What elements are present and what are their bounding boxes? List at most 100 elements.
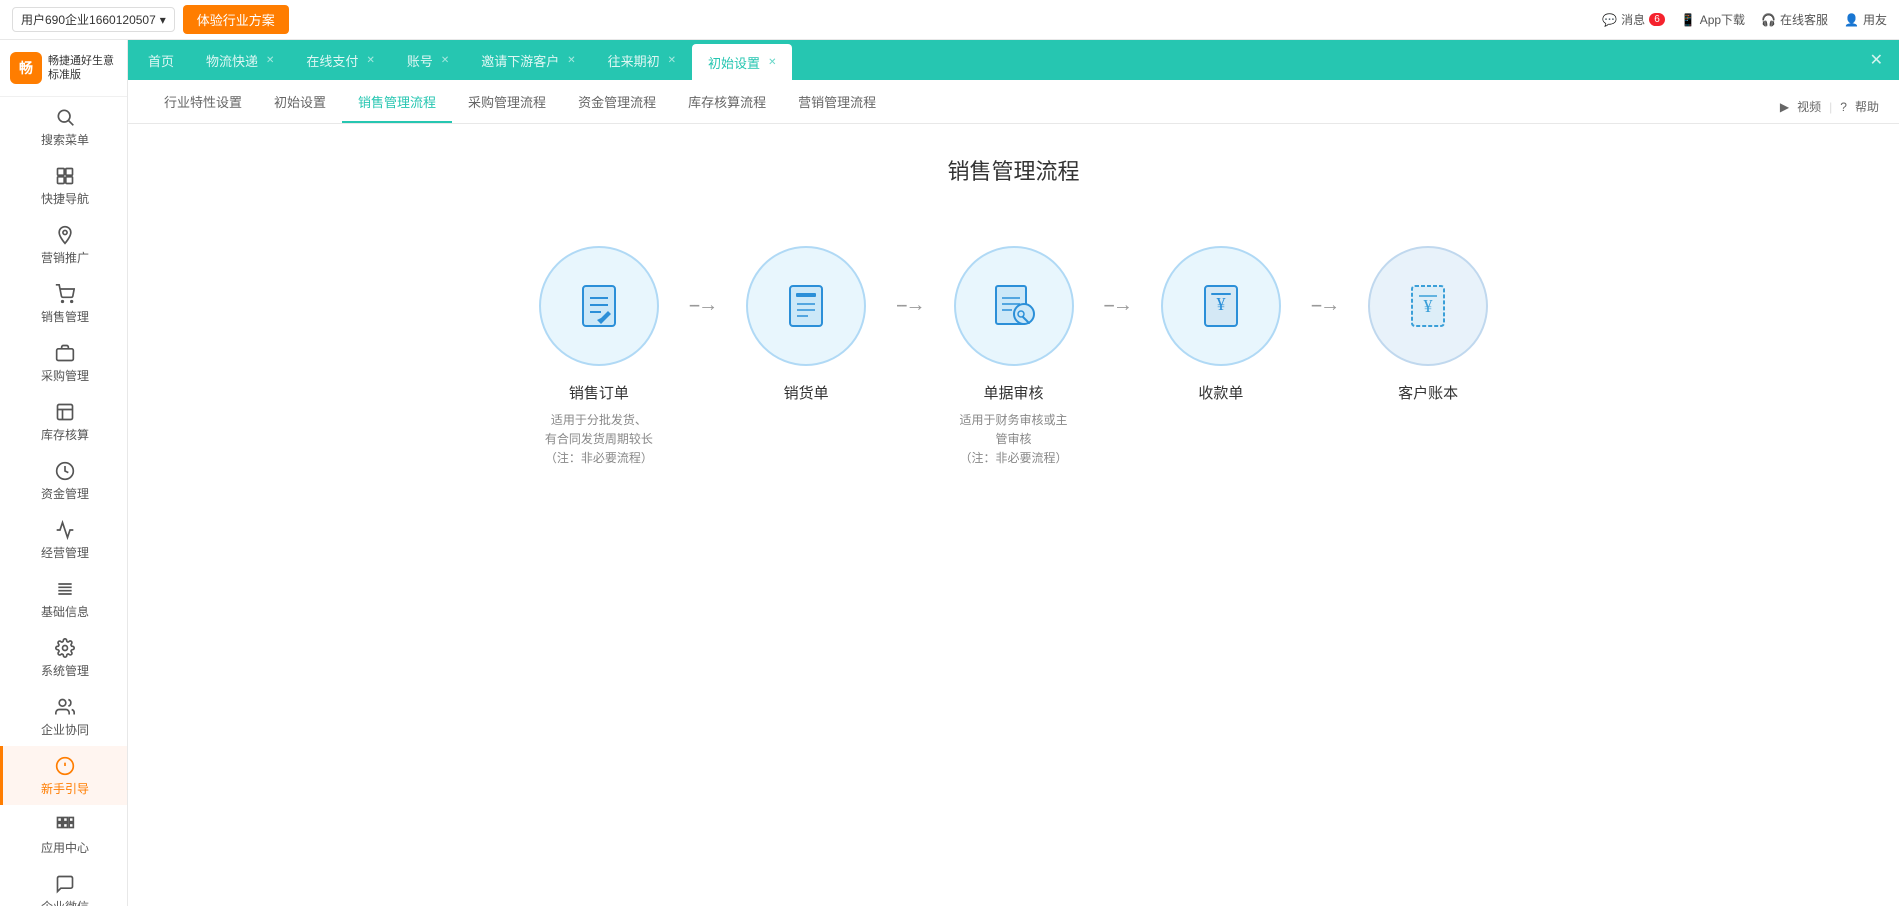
- tab-payment[interactable]: 在线支付 ✕: [290, 40, 390, 80]
- flow-circle-receipt[interactable]: ¥: [1161, 246, 1281, 366]
- video-button[interactable]: 视频: [1797, 98, 1821, 115]
- sidebar-label-finance: 资金管理: [41, 485, 89, 502]
- sub-tab-industry[interactable]: 行业特性设置: [148, 82, 258, 123]
- basic-icon: [55, 579, 75, 599]
- logo-line1: 畅捷通好生意: [48, 54, 114, 68]
- flow-circle-customer-ledger[interactable]: ¥: [1368, 246, 1488, 366]
- sidebar-item-purchase[interactable]: 采购管理: [0, 333, 127, 392]
- flow-circle-delivery[interactable]: [746, 246, 866, 366]
- user-selector[interactable]: 用户690企业1660120507 ▾: [12, 7, 175, 32]
- app-download-button[interactable]: 📱 App下载: [1681, 11, 1745, 28]
- flow-arrow-4: --→: [1311, 246, 1338, 317]
- sidebar-item-operations[interactable]: 经营管理: [0, 510, 127, 569]
- top-bar-right: 💬 消息 6 📱 App下载 🎧 在线客服 👤 用友: [1602, 11, 1887, 28]
- customer-ledger-icon: ¥: [1402, 280, 1454, 332]
- sidebar-item-marketing[interactable]: 营销推广: [0, 215, 127, 274]
- download-icon: 📱: [1681, 13, 1696, 27]
- main-layout: 畅 畅捷通好生意 标准版 搜索菜单 快捷导航: [0, 40, 1899, 906]
- sidebar-label-sales: 销售管理: [41, 308, 89, 325]
- sidebar-item-finance[interactable]: 资金管理: [0, 451, 127, 510]
- flow-arrow-2: --→: [896, 246, 923, 317]
- nav-close-all[interactable]: ✕: [1858, 50, 1895, 70]
- arrow-dots-2: --→: [896, 294, 923, 317]
- flow-label-delivery: 销货单: [784, 382, 829, 403]
- tab-home[interactable]: 首页: [132, 40, 190, 80]
- sub-tab-sales-flow[interactable]: 销售管理流程: [342, 82, 452, 123]
- sub-tab-purchase-flow[interactable]: 采购管理流程: [452, 82, 562, 123]
- sidebar-item-guide[interactable]: 新手引导: [0, 746, 127, 805]
- sub-tab-industry-label: 行业特性设置: [164, 95, 242, 110]
- flow-circle-approval[interactable]: [954, 246, 1074, 366]
- marketing-icon: [55, 225, 75, 245]
- flow-circle-sales-order[interactable]: [539, 246, 659, 366]
- sidebar-item-inventory[interactable]: 库存核算: [0, 392, 127, 451]
- tab-period-label: 往来期初: [608, 51, 660, 70]
- sidebar-item-system[interactable]: 系统管理: [0, 628, 127, 687]
- sidebar-top: 畅 畅捷通好生意 标准版 搜索菜单 快捷导航: [0, 40, 127, 906]
- dropdown-arrow-icon: ▾: [160, 13, 166, 27]
- svg-text:¥: ¥: [1216, 294, 1225, 314]
- message-button[interactable]: 💬 消息 6: [1602, 11, 1665, 28]
- tab-account-close[interactable]: ✕: [441, 55, 449, 66]
- flow-desc-sales-order: 适用于分批发货、有合同发货周期较长（注：非必要流程）: [545, 411, 653, 469]
- sub-tab-inventory-flow[interactable]: 库存核算流程: [672, 82, 782, 123]
- tab-initial-setup-close[interactable]: ✕: [768, 57, 776, 68]
- sidebar-item-wechat[interactable]: 企业微信: [0, 864, 127, 906]
- sub-tab-marketing-flow-label: 营销管理流程: [798, 95, 876, 110]
- sidebar-item-basic[interactable]: 基础信息: [0, 569, 127, 628]
- sidebar-item-quick-nav[interactable]: 快捷导航: [0, 156, 127, 215]
- sub-tab-marketing-flow[interactable]: 营销管理流程: [782, 82, 892, 123]
- tab-period[interactable]: 往来期初 ✕: [592, 40, 692, 80]
- sub-tab-sales-flow-label: 销售管理流程: [358, 95, 436, 110]
- flow-desc-approval: 适用于财务审核或主管审核（注：非必要流程）: [959, 411, 1067, 469]
- tab-logistics-label: 物流快递: [206, 51, 258, 70]
- flow-label-receipt: 收款单: [1198, 382, 1243, 403]
- flow-item-sales-order: 销售订单 适用于分批发货、有合同发货周期较长（注：非必要流程）: [509, 246, 689, 469]
- top-bar: 用户690企业1660120507 ▾ 体验行业方案 💬 消息 6 📱 App下…: [0, 0, 1899, 40]
- apps-icon: [55, 815, 75, 835]
- tab-logistics-close[interactable]: ✕: [266, 55, 274, 66]
- sidebar-item-search[interactable]: 搜索菜单: [0, 97, 127, 156]
- help-icon: ?: [1840, 100, 1847, 114]
- logo-icon: 畅: [10, 52, 42, 84]
- trial-button[interactable]: 体验行业方案: [183, 5, 289, 34]
- sidebar-label-basic: 基础信息: [41, 603, 89, 620]
- page-content: 销售管理流程 销售订单: [128, 124, 1899, 906]
- tab-invite[interactable]: 邀请下游客户 ✕: [465, 40, 591, 80]
- sidebar-label-operations: 经营管理: [41, 544, 89, 561]
- quick-nav-icon: [55, 166, 75, 186]
- sidebar-menu: 搜索菜单 快捷导航 营销推广 销售管理: [0, 97, 127, 906]
- sales-order-icon: [573, 280, 625, 332]
- tab-invite-close[interactable]: ✕: [567, 55, 575, 66]
- purchase-icon: [55, 343, 75, 363]
- tab-period-close[interactable]: ✕: [668, 55, 676, 66]
- message-label: 消息: [1621, 11, 1645, 28]
- sidebar-logo: 畅 畅捷通好生意 标准版: [0, 40, 127, 97]
- page-title: 销售管理流程: [168, 154, 1859, 186]
- sidebar-label-inventory: 库存核算: [41, 426, 89, 443]
- logo-char: 畅: [19, 58, 33, 78]
- sidebar-label-search: 搜索菜单: [41, 131, 89, 148]
- sidebar-item-apps[interactable]: 应用中心: [0, 805, 127, 864]
- search-icon: [55, 107, 75, 127]
- online-service-button[interactable]: 🎧 在线客服: [1761, 11, 1828, 28]
- tab-payment-close[interactable]: ✕: [366, 55, 374, 66]
- tab-home-label: 首页: [148, 51, 174, 70]
- flow-label-approval: 单据审核: [983, 382, 1043, 403]
- tab-logistics[interactable]: 物流快递 ✕: [190, 40, 290, 80]
- sidebar-item-sales[interactable]: 销售管理: [0, 274, 127, 333]
- tab-initial-setup[interactable]: 初始设置 ✕: [692, 44, 792, 80]
- user-avatar-button[interactable]: 👤 用友: [1844, 11, 1887, 28]
- sub-tab-finance-flow[interactable]: 资金管理流程: [562, 82, 672, 123]
- arrow-dots-4: --→: [1311, 294, 1338, 317]
- user-selector-text: 用户690企业1660120507: [21, 11, 156, 28]
- tab-account[interactable]: 账号 ✕: [391, 40, 465, 80]
- sub-tabs-left: 行业特性设置 初始设置 销售管理流程 采购管理流程 资金管理流程: [148, 82, 892, 123]
- flow-item-delivery: 销货单: [716, 246, 896, 411]
- sidebar-item-collab[interactable]: 企业协同: [0, 687, 127, 746]
- sub-tab-initial[interactable]: 初始设置: [258, 82, 342, 123]
- tab-invite-label: 邀请下游客户: [481, 51, 559, 70]
- help-button[interactable]: 帮助: [1855, 98, 1879, 115]
- delivery-icon: [780, 280, 832, 332]
- tab-initial-setup-label: 初始设置: [708, 53, 760, 72]
